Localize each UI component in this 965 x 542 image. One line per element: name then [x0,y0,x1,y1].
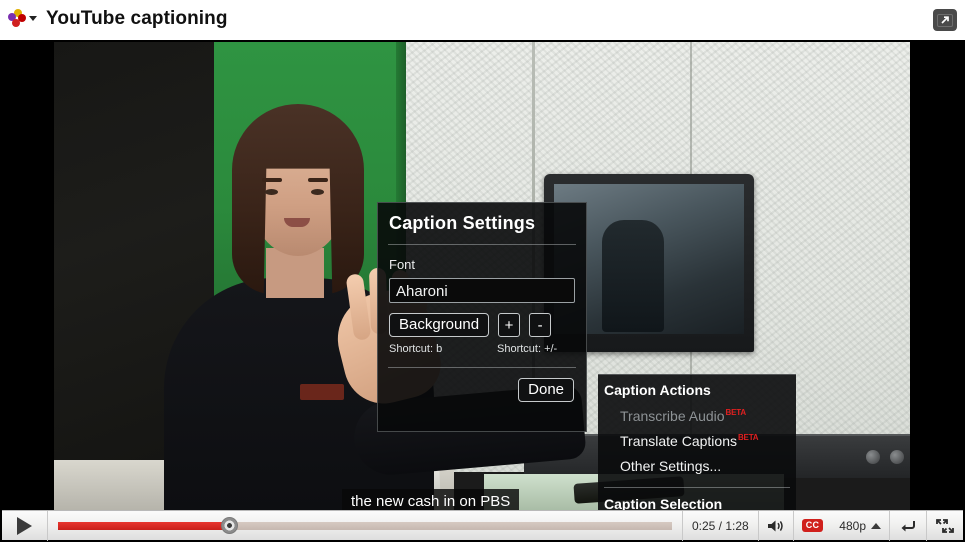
video-stage[interactable]: the new cash in on PBS Caption Settings … [2,42,963,510]
shortcut-background-hint: Shortcut: b [389,343,443,355]
caption-settings-button-row: Background + - [389,313,575,337]
shortcut-hints: Shortcut: b Shortcut: +/- [389,343,575,355]
quality-selector[interactable]: 480p [831,519,889,533]
video-person-brow-left [262,178,282,182]
background-toggle-button[interactable]: Background [389,313,490,337]
page-title: YouTube captioning [46,8,228,29]
beta-badge: BETA [737,433,759,443]
progress-scrubber-handle[interactable] [221,517,239,534]
video-object-shelf-knob-1 [866,450,880,464]
font-size-decrease-button[interactable]: - [529,313,552,337]
caption-actions-header: Caption Actions [604,382,711,398]
volume-icon [767,520,783,531]
font-size-increase-button[interactable]: + [498,313,521,337]
share-button[interactable] [890,511,926,541]
video-player[interactable]: the new cash in on PBS Caption Settings … [0,40,965,542]
caption-settings-body: Font Aharoni Background + - Shortcut: b … [378,245,586,355]
caret-up-icon [871,522,881,529]
player-control-bar[interactable]: 0:25 / 1:28 CC 480p [2,510,963,541]
menu-item-label: Transcribe Audio [620,408,725,424]
popout-expand-icon [937,13,953,27]
font-label: Font [389,257,416,272]
fullscreen-button[interactable] [927,511,963,541]
time-display: 0:25 / 1:28 [691,518,749,533]
caption-selection-header: Caption Selection [604,496,723,510]
beta-badge: BETA [725,408,747,418]
video-person-eye-left [265,189,278,195]
menu-item-translate-captions[interactable]: Translate CaptionsBETA [598,429,796,454]
caption-overlay-text: the new cash in on PBS [342,489,520,510]
popout-expand-button[interactable] [933,9,957,31]
cc-badge: CC [801,519,824,532]
done-button[interactable]: Done [518,378,574,402]
play-icon [17,516,32,535]
caption-settings-footer: Done [378,368,586,402]
fullscreen-icon [936,518,954,533]
video-person-eye-right [311,189,324,195]
video-person-brow-right [308,178,328,182]
play-button[interactable] [2,510,48,541]
chevron-down-icon[interactable] [29,16,37,21]
menu-item-transcribe-audio[interactable]: Transcribe AudioBETA [598,404,796,429]
window-title-bar: YouTube captioning [0,0,965,40]
video-object-monitor-figure [602,220,664,332]
menu-item-label: Translate Captions [620,433,737,449]
menu-item-other-settings[interactable]: Other Settings... [598,454,796,479]
progress-played [58,521,230,530]
video-object-shelf-knob-2 [890,450,904,464]
caption-settings-dialog[interactable]: Caption Settings Font Aharoni Background… [377,202,587,432]
shortcut-size-hint: Shortcut: +/- [497,343,558,355]
progress-track[interactable] [58,517,672,534]
colored-balls-logo-icon [8,9,30,29]
progress-bar[interactable] [48,511,682,541]
volume-button[interactable] [759,511,793,541]
logo-ball-red [12,19,20,27]
quality-label: 480p [839,518,866,533]
video-person-logo-patch [300,384,344,400]
share-arrow-icon [901,520,915,531]
app-logo[interactable] [8,8,38,30]
caption-settings-title: Caption Settings [389,213,536,233]
closed-captions-button[interactable]: CC [794,511,832,541]
caption-actions-menu[interactable]: Caption Actions Transcribe AudioBETA Tra… [598,374,796,510]
font-input[interactable]: Aharoni [389,278,575,303]
menu-item-label: Other Settings... [620,458,722,474]
